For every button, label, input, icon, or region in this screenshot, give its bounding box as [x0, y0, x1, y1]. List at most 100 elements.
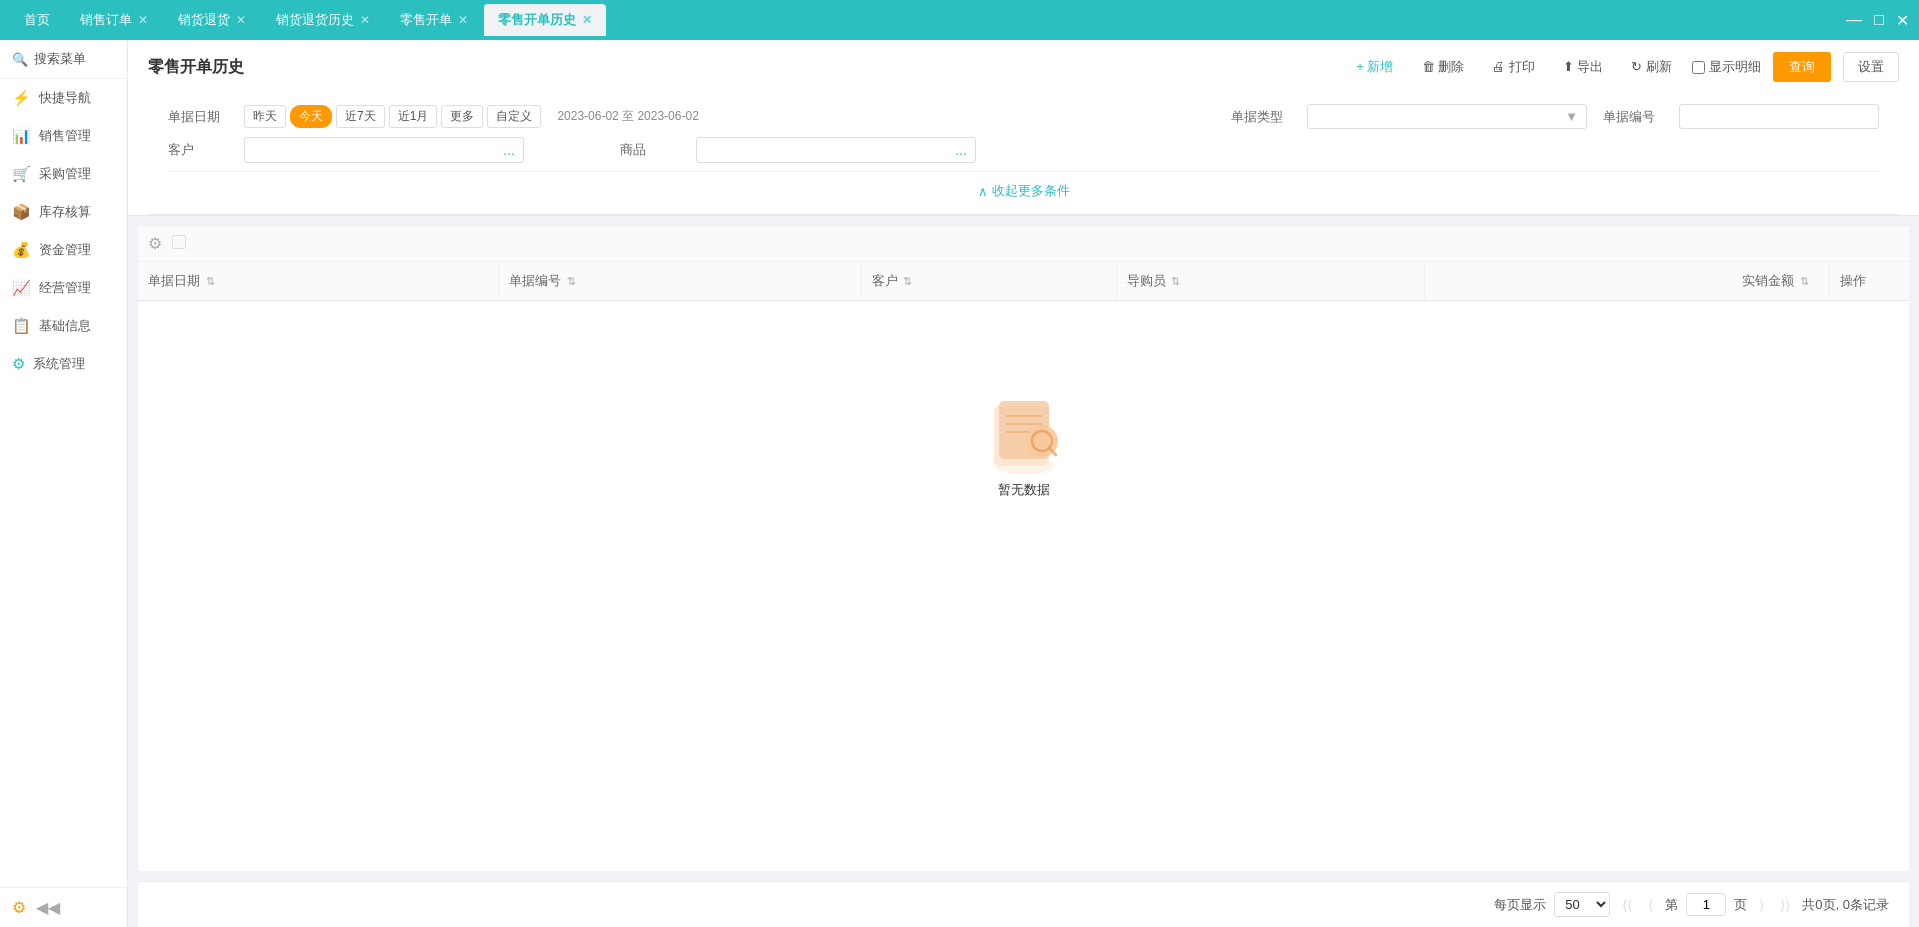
col-amount-label: 实销金额 — [1742, 273, 1794, 288]
product-input[interactable] — [705, 143, 955, 158]
page-title-row: 零售开单历史 + 新增 🗑 删除 🖨 打印 ⬆ 导出 ↻ 刷新 显示明细 查询 … — [148, 52, 1899, 82]
sidebar-item-purchase[interactable]: 🛒 采购管理 — [0, 155, 127, 193]
sidebar-item-operations[interactable]: 📈 经营管理 — [0, 269, 127, 307]
print-button[interactable]: 🖨 打印 — [1484, 54, 1543, 80]
search-icon: 🔍 — [12, 52, 28, 67]
tab-retail-order-close[interactable]: ✕ — [458, 13, 468, 27]
tab-retail-order-history-close[interactable]: ✕ — [582, 13, 592, 27]
date-btn-7days[interactable]: 近7天 — [336, 105, 385, 128]
sales-icon: 📊 — [12, 127, 31, 145]
settings-gear-icon[interactable]: ⚙ — [12, 898, 26, 917]
doc-type-select[interactable]: ▼ — [1307, 104, 1587, 129]
date-filter-btns: 昨天 今天 近7天 近1月 更多 自定义 — [244, 105, 541, 128]
col-doc-no-sort[interactable]: ⇅ — [567, 275, 576, 287]
customer-input[interactable] — [253, 143, 503, 158]
first-page-btn[interactable]: ⟨⟨ — [1618, 895, 1636, 915]
sidebar-item-sales-label: 销售管理 — [39, 127, 91, 145]
table-settings-icon[interactable]: ⚙ — [148, 234, 162, 253]
date-btn-yesterday[interactable]: 昨天 — [244, 105, 286, 128]
col-guide-sort[interactable]: ⇅ — [1171, 275, 1180, 287]
table-header-row: 单据日期 ⇅ 单据编号 ⇅ 客户 ⇅ 导购员 ⇅ — [138, 262, 1909, 301]
product-lookup-icon[interactable]: ... — [955, 142, 967, 158]
date-btn-custom[interactable]: 自定义 — [487, 105, 541, 128]
doc-no-input-container[interactable] — [1679, 104, 1879, 129]
sidebar-item-sales[interactable]: 📊 销售管理 — [0, 117, 127, 155]
customer-input-container[interactable]: ... — [244, 137, 524, 163]
refresh-button[interactable]: ↻ 刷新 — [1623, 54, 1680, 80]
operations-icon: 📈 — [12, 279, 31, 297]
product-label: 商品 — [620, 141, 680, 159]
doc-type-arrow: ▼ — [1565, 109, 1578, 124]
col-guide[interactable]: 导购员 ⇅ — [1116, 262, 1425, 301]
col-amount[interactable]: 实销金额 ⇅ — [1425, 262, 1829, 301]
prev-page-btn[interactable]: ⟨ — [1644, 895, 1657, 915]
export-button[interactable]: ⬆ 导出 — [1555, 54, 1612, 80]
checkbox-all[interactable] — [172, 235, 186, 249]
sidebar: 🔍 搜索菜单 ⚡ 快捷导航 📊 销售管理 🛒 采购管理 📦 库存核算 💰 资金管… — [0, 40, 128, 927]
sidebar-item-inventory[interactable]: 📦 库存核算 — [0, 193, 127, 231]
per-page-select[interactable]: 50 100 200 — [1554, 892, 1610, 917]
sidebar-item-basic-info[interactable]: 📋 基础信息 — [0, 307, 127, 345]
tab-retail-order[interactable]: 零售开单 ✕ — [386, 4, 482, 36]
sidebar-item-inventory-label: 库存核算 — [39, 203, 91, 221]
toolbar: + 新增 🗑 删除 🖨 打印 ⬆ 导出 ↻ 刷新 显示明细 查询 设置 — [1348, 52, 1899, 82]
tab-sales-return-close[interactable]: ✕ — [236, 13, 246, 27]
sidebar-item-purchase-label: 采购管理 — [39, 165, 91, 183]
page-input[interactable] — [1686, 893, 1726, 916]
settings-button[interactable]: 设置 — [1843, 52, 1899, 82]
query-button[interactable]: 查询 — [1773, 52, 1831, 82]
minimize-btn[interactable]: — — [1846, 11, 1862, 29]
date-btn-today[interactable]: 今天 — [290, 105, 332, 128]
tab-sales-order[interactable]: 销售订单 ✕ — [66, 4, 162, 36]
tab-sales-return[interactable]: 销货退货 ✕ — [164, 4, 260, 36]
tab-sales-return-history-close[interactable]: ✕ — [360, 13, 370, 27]
collapse-label: 收起更多条件 — [992, 182, 1070, 200]
col-customer[interactable]: 客户 ⇅ — [861, 262, 1116, 301]
last-page-btn[interactable]: ⟩⟩ — [1776, 895, 1794, 915]
customer-lookup-icon[interactable]: ... — [503, 142, 515, 158]
sidebar-item-quick-nav[interactable]: ⚡ 快捷导航 — [0, 79, 127, 117]
col-customer-sort[interactable]: ⇅ — [903, 275, 912, 287]
quick-nav-icon: ⚡ — [12, 89, 31, 107]
sidebar-item-system[interactable]: ⚙ 系统管理 — [0, 345, 127, 383]
delete-button[interactable]: 🗑 删除 — [1414, 54, 1473, 80]
date-btn-more[interactable]: 更多 — [441, 105, 483, 128]
show-detail-checkbox[interactable]: 显示明细 — [1692, 58, 1761, 76]
maximize-btn[interactable]: □ — [1874, 11, 1884, 29]
sidebar-item-finance[interactable]: 💰 资金管理 — [0, 231, 127, 269]
show-detail-input[interactable] — [1692, 61, 1705, 74]
col-doc-no[interactable]: 单据编号 ⇅ — [499, 262, 862, 301]
collapse-filter-btn[interactable]: ∧ 收起更多条件 — [978, 178, 1070, 204]
collapse-chevron-icon: ∧ — [978, 184, 988, 199]
tab-home[interactable]: 首页 — [10, 4, 64, 36]
sidebar-item-finance-label: 资金管理 — [39, 241, 91, 259]
table-toolbar: ⚙ — [138, 226, 1909, 262]
tab-sales-return-history[interactable]: 销货退货历史 ✕ — [262, 4, 384, 36]
tab-sales-order-close[interactable]: ✕ — [138, 13, 148, 27]
tab-sales-return-history-label: 销货退货历史 — [276, 11, 354, 29]
col-date-label: 单据日期 — [148, 273, 200, 288]
empty-illustration — [974, 381, 1074, 481]
doc-no-input[interactable] — [1688, 109, 1870, 124]
col-amount-sort[interactable]: ⇅ — [1800, 275, 1809, 287]
next-page-btn[interactable]: ⟩ — [1755, 895, 1768, 915]
finance-icon: 💰 — [12, 241, 31, 259]
close-btn[interactable]: ✕ — [1896, 11, 1909, 30]
col-action-label: 操作 — [1840, 273, 1866, 288]
table-select-all-checkbox[interactable] — [172, 235, 186, 252]
date-btn-1month[interactable]: 近1月 — [389, 105, 438, 128]
sidebar-search[interactable]: 🔍 搜索菜单 — [0, 40, 127, 79]
product-input-container[interactable]: ... — [696, 137, 976, 163]
purchase-icon: 🛒 — [12, 165, 31, 183]
col-date[interactable]: 单据日期 ⇅ — [138, 262, 499, 301]
date-filter-label: 单据日期 — [168, 108, 228, 126]
customer-label: 客户 — [168, 141, 228, 159]
top-tabbar: 首页 销售订单 ✕ 销货退货 ✕ 销货退货历史 ✕ 零售开单 ✕ 零售开单历史 … — [0, 0, 1919, 40]
filter-row-1: 单据日期 昨天 今天 近7天 近1月 更多 自定义 2023-06-02 至 2… — [168, 104, 1879, 129]
tab-retail-order-history[interactable]: 零售开单历史 ✕ — [484, 4, 606, 36]
tab-home-label: 首页 — [24, 11, 50, 29]
show-detail-label: 显示明细 — [1709, 58, 1761, 76]
col-date-sort[interactable]: ⇅ — [206, 275, 215, 287]
add-button[interactable]: + 新增 — [1348, 54, 1401, 80]
collapse-sidebar-icon[interactable]: ◀◀ — [36, 898, 60, 917]
